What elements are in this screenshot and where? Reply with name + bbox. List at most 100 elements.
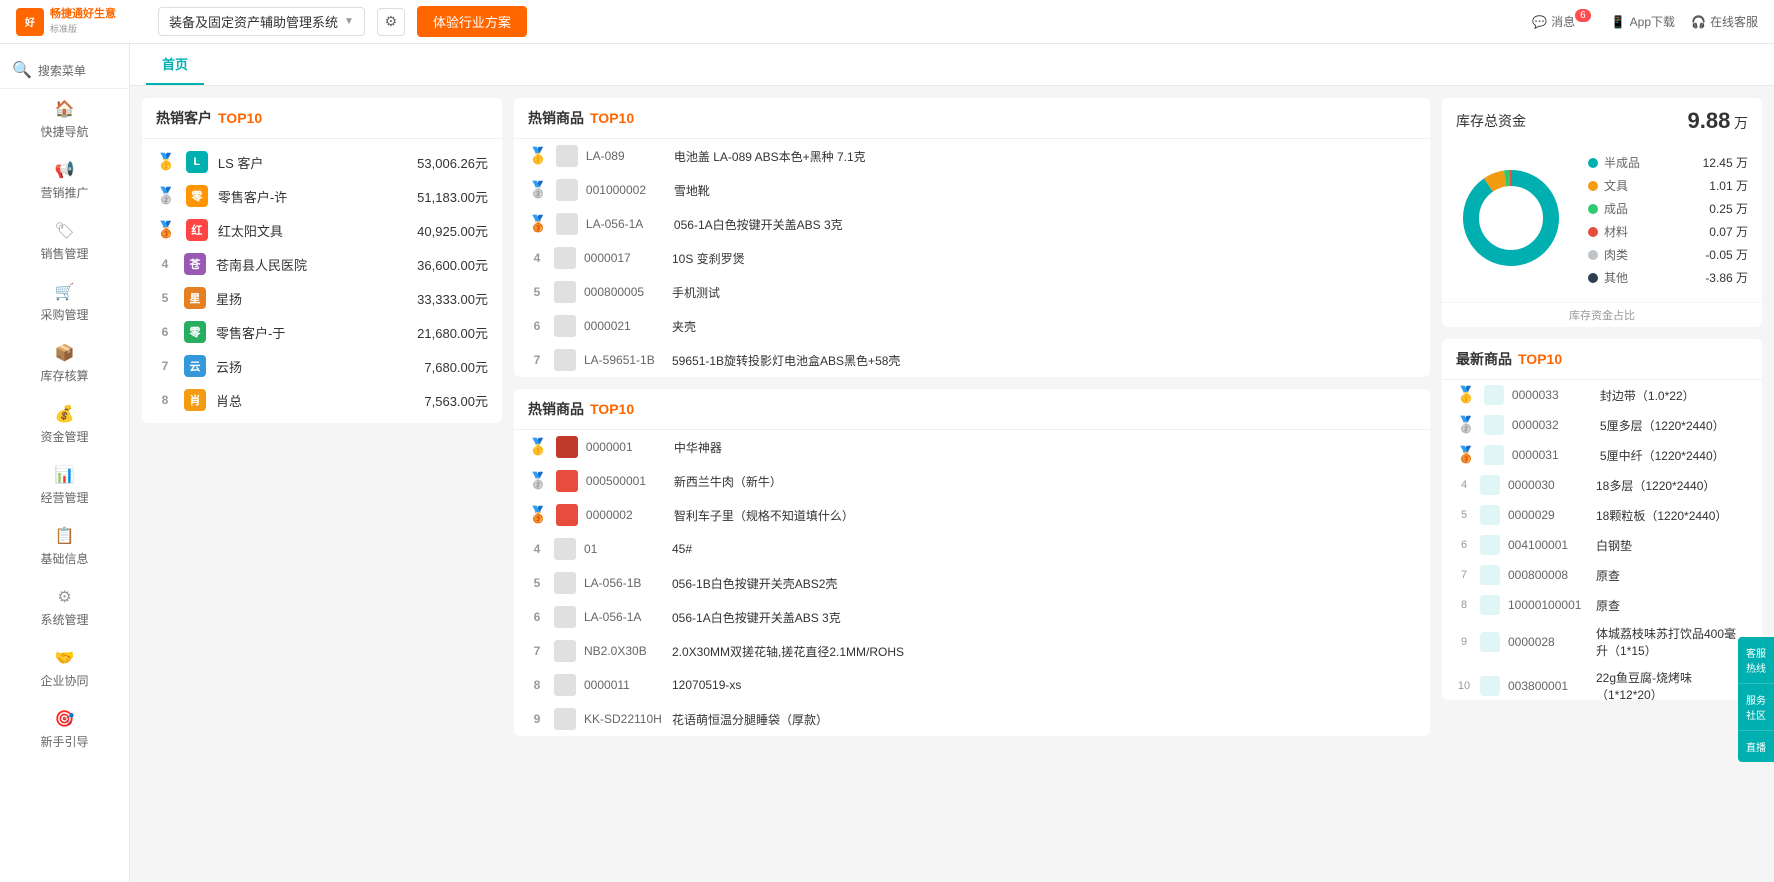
sidebar-item-basic[interactable]: 📋 基础信息 [0, 516, 129, 577]
customer-amount: 33,333.00元 [417, 289, 488, 308]
customer-name: LS 客户 [218, 153, 407, 172]
product-item: 🥇 LA-089 电池盖 LA-089 ABS本色+黑种 7.1克 [514, 139, 1430, 173]
product-item: 6 0000021 夹壳 [514, 309, 1430, 343]
new-product-code: 000800008 [1508, 568, 1588, 582]
app-download-button[interactable]: 📱 App下载 [1611, 13, 1675, 30]
customer-amount: 7,680.00元 [424, 357, 488, 376]
settings-button[interactable]: ⚙ [377, 8, 405, 36]
medal-icon: 🥉 [1456, 445, 1476, 465]
product-name: 10S 变刹罗煲 [672, 250, 1416, 267]
new-product-item: 7 000800008 原查 [1442, 560, 1762, 590]
customer-title: 热销客户 [156, 108, 212, 128]
customer-rank-item: 7 云 云扬 7,680.00元 [142, 349, 502, 383]
hot-products-list: 🥇 0000001 中华神器 🥈 000500001 新西兰牛肉（新牛） [514, 430, 1430, 736]
product-item: 4 01 45# [514, 532, 1430, 566]
basic-icon: 📋 [55, 526, 75, 546]
sidebar-item-marketing[interactable]: 📢 营销推广 [0, 150, 129, 211]
sidebar-item-label: 采购管理 [40, 306, 88, 323]
new-product-image [1480, 565, 1500, 585]
message-button[interactable]: 💬 消息 6 [1532, 13, 1595, 30]
product-code: 0000002 [586, 508, 666, 522]
inventory-header: 库存总资金 9.88 万 [1442, 98, 1762, 144]
page-tabs: 首页 [130, 44, 1774, 86]
sidebar-item-collab[interactable]: 🤝 企业协同 [0, 638, 129, 699]
new-product-item: 4 0000030 18多层（1220*2440） [1442, 470, 1762, 500]
legend-item: 其他 -3.86 万 [1588, 269, 1748, 286]
legend-value: -0.05 万 [1705, 246, 1748, 263]
product-image [554, 674, 576, 696]
product-item: 🥉 0000002 智利车子里（规格不知道填什么） [514, 498, 1430, 532]
product-name: 056-1A白色按键开关盖ABS 3克 [672, 609, 1416, 626]
sidebar-item-label: 销售管理 [40, 245, 88, 262]
sidebar-item-label: 库存核算 [40, 367, 88, 384]
product-code: 000500001 [586, 474, 666, 488]
product-item: 4 0000017 10S 变刹罗煲 [514, 241, 1430, 275]
product-image [556, 145, 578, 167]
system-selector[interactable]: 装备及固定资产辅助管理系统 ▼ [158, 7, 365, 36]
sidebar-item-inventory[interactable]: 📦 库存核算 [0, 333, 129, 394]
product-image [554, 606, 576, 628]
tab-home[interactable]: 首页 [146, 44, 204, 85]
new-product-name: 封边带（1.0*22） [1600, 387, 1748, 404]
new-product-item: 🥈 0000032 5厘多层（1220*2440） [1442, 410, 1762, 440]
product-image [556, 213, 578, 235]
main-layout: 🔍 搜索菜单 🏠 快捷导航 📢 营销推广 🏷 销售管理 🛒 采购管理 📦 库存核… [0, 44, 1774, 882]
rank-number: 6 [528, 319, 546, 333]
product-item: 🥇 0000001 中华神器 [514, 430, 1430, 464]
sidebar-item-operation[interactable]: 📊 经营管理 [0, 455, 129, 516]
product-item: 5 000800005 手机测试 [514, 275, 1430, 309]
rank-number: 8 [528, 678, 546, 692]
product-name: 手机测试 [672, 284, 1416, 301]
live-button[interactable]: 直播 [1738, 731, 1774, 762]
customer-avatar: 星 [184, 287, 206, 309]
sidebar-item-label: 新手引导 [40, 733, 88, 750]
new-products-list: 🥇 0000033 封边带（1.0*22） 🥈 0000032 5厘多层（122… [1442, 380, 1762, 700]
service-hotline-button[interactable]: 客服热线 [1738, 637, 1774, 684]
legend-dot [1588, 204, 1598, 214]
product-item: 6 LA-056-1A 056-1A白色按键开关盖ABS 3克 [514, 600, 1430, 634]
new-product-item: 🥇 0000033 封边带（1.0*22） [1442, 380, 1762, 410]
sidebar-item-finance[interactable]: 💰 资金管理 [0, 394, 129, 455]
sidebar-search[interactable]: 🔍 搜索菜单 [0, 52, 129, 89]
new-products-title: 最新商品 [1456, 349, 1512, 369]
product-image [554, 640, 576, 662]
rank-number: 7 [156, 359, 174, 373]
product-image [556, 179, 578, 201]
product-image [556, 436, 578, 458]
product-code: 01 [584, 542, 664, 556]
mid-products-title: 热销商品 [528, 108, 584, 128]
sidebar-item-sales[interactable]: 🏷 销售管理 [0, 211, 129, 272]
new-products-card: 最新商品 TOP10 🥇 0000033 封边带（1.0*22） 🥈 [1442, 339, 1762, 700]
customer-name: 零售客户-于 [216, 323, 407, 342]
mid-products-list: 🥇 LA-089 电池盖 LA-089 ABS本色+黑种 7.1克 🥈 0010… [514, 139, 1430, 377]
customer-amount: 7,563.00元 [424, 391, 488, 410]
message-icon: 💬 [1532, 15, 1547, 29]
sidebar-item-system[interactable]: ⚙ 系统管理 [0, 577, 129, 638]
mid-products-card: 热销商品 TOP10 🥇 LA-089 电池盖 LA-089 ABS本色+黑种 … [514, 98, 1430, 377]
customer-rank-item: 🥈 零 零售客户-许 51,183.00元 [142, 179, 502, 213]
sidebar-item-home[interactable]: 🏠 快捷导航 [0, 89, 129, 150]
sidebar-item-guide[interactable]: 🎯 新手引导 [0, 699, 129, 760]
legend-value: 12.45 万 [1703, 154, 1748, 171]
legend-item: 文具 1.01 万 [1588, 177, 1748, 194]
trial-button[interactable]: 体验行业方案 [417, 6, 527, 37]
product-item: 8 0000011 12070519-xs [514, 668, 1430, 702]
rank-number: 4 [528, 542, 546, 556]
new-product-code: 003800001 [1508, 679, 1588, 693]
purchase-icon: 🛒 [55, 282, 75, 302]
logo-text: 畅捷通好生意 [50, 8, 116, 21]
customer-name: 苍南县人民医院 [216, 255, 407, 274]
legend-value: 0.07 万 [1709, 223, 1748, 240]
sidebar-item-purchase[interactable]: 🛒 采购管理 [0, 272, 129, 333]
product-item: 🥈 001000002 雪地靴 [514, 173, 1430, 207]
inventory-amount: 9.88 [1688, 108, 1731, 133]
service-button[interactable]: 🎧 在线客服 [1691, 13, 1758, 30]
search-label: 搜索菜单 [38, 62, 86, 79]
new-product-code: 0000033 [1512, 388, 1592, 402]
new-products-header: 最新商品 TOP10 [1442, 339, 1762, 380]
service-community-button[interactable]: 服务社区 [1738, 684, 1774, 731]
app-icon: 📱 [1611, 15, 1626, 29]
new-product-item: 5 0000029 18颗粒板（1220*2440） [1442, 500, 1762, 530]
inventory-legend: 半成品 12.45 万 文具 1.01 万 成品 0 [1588, 154, 1748, 292]
new-product-name: 18颗粒板（1220*2440） [1596, 507, 1748, 524]
